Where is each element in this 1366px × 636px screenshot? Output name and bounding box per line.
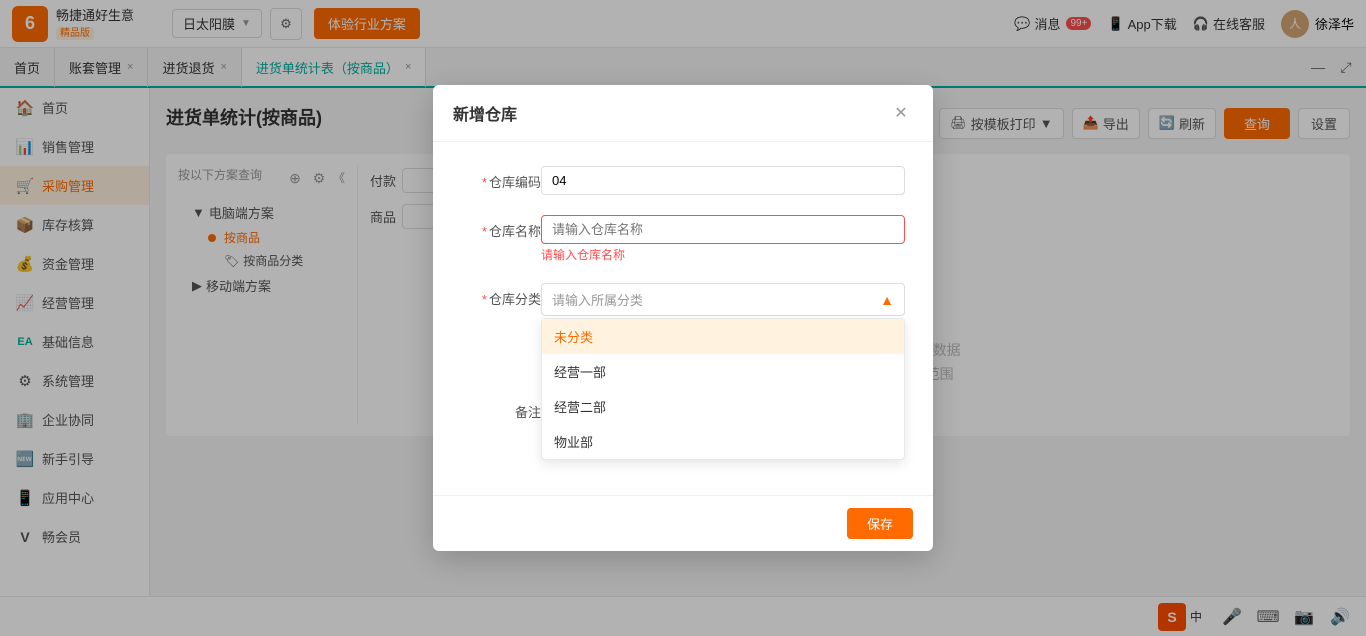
category-placeholder: 请输入所属分类 — [552, 290, 643, 309]
code-label: 仓库编码 — [461, 166, 541, 191]
warehouse-name-input[interactable] — [541, 215, 905, 244]
category-selector[interactable]: 请输入所属分类 ▲ — [541, 283, 905, 316]
category-dropdown: 未分类 经营一部 经营二部 物业部 — [541, 318, 905, 460]
form-row-code: 仓库编码 — [461, 166, 905, 195]
category-up-arrow-icon: ▲ — [880, 292, 894, 308]
form-row-category: 仓库分类 请输入所属分类 ▲ 未分类 经营一部 经营二 — [461, 283, 905, 316]
add-warehouse-modal: 新增仓库 ✕ 仓库编码 仓库名称 请输入仓库名称 仓库分类 — [433, 85, 933, 551]
save-button[interactable]: 保存 — [847, 508, 913, 539]
dropdown-item-property[interactable]: 物业部 — [542, 424, 904, 459]
modal-footer: 保存 — [433, 495, 933, 551]
modal-close-button[interactable]: ✕ — [889, 101, 913, 125]
modal-header: 新增仓库 ✕ — [433, 85, 933, 142]
dropdown-item-uncategorized[interactable]: 未分类 — [542, 319, 904, 354]
modal-body: 仓库编码 仓库名称 请输入仓库名称 仓库分类 请输入所属分类 — [433, 142, 933, 495]
modal-title: 新增仓库 — [453, 101, 517, 125]
remark-label: 备注 — [461, 396, 541, 421]
name-label: 仓库名称 — [461, 215, 541, 240]
category-label: 仓库分类 — [461, 283, 541, 308]
modal-overlay: 新增仓库 ✕ 仓库编码 仓库名称 请输入仓库名称 仓库分类 — [0, 0, 1366, 636]
name-error-message: 请输入仓库名称 — [541, 246, 905, 263]
dropdown-item-dept2[interactable]: 经营二部 — [542, 389, 904, 424]
form-row-name: 仓库名称 请输入仓库名称 — [461, 215, 905, 263]
dropdown-item-dept1[interactable]: 经营一部 — [542, 354, 904, 389]
warehouse-code-input[interactable] — [541, 166, 905, 195]
